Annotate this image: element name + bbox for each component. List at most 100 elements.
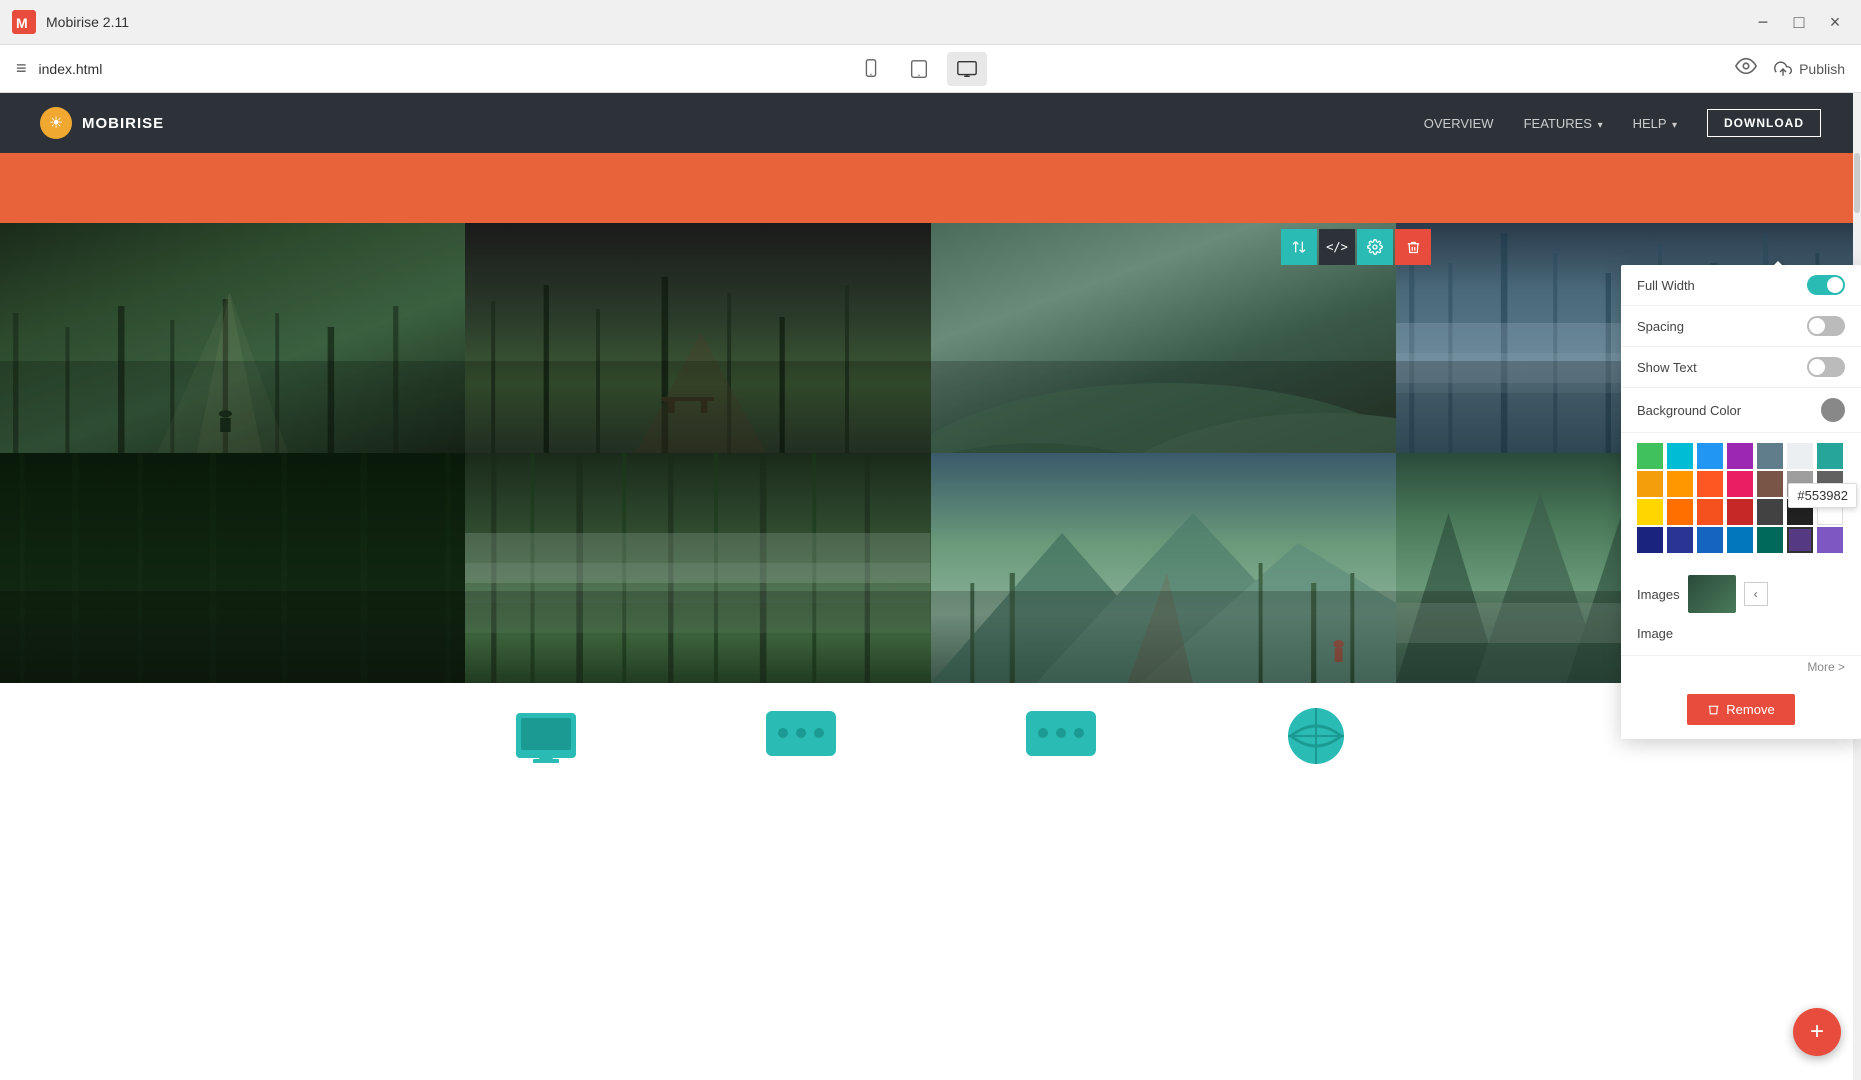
- color-pink[interactable]: [1727, 471, 1753, 497]
- images-label: Images: [1637, 587, 1680, 602]
- settings-caret: [1770, 261, 1786, 269]
- gallery-cell-1: [0, 223, 465, 453]
- color-deepred[interactable]: [1697, 499, 1723, 525]
- color-cyan[interactable]: [1667, 443, 1693, 469]
- publish-button[interactable]: Publish: [1773, 60, 1845, 78]
- color-indigo[interactable]: [1667, 527, 1693, 553]
- image-nav-prev[interactable]: ‹: [1744, 582, 1768, 606]
- reorder-icon: [1291, 239, 1307, 255]
- color-navyblue[interactable]: [1697, 527, 1723, 553]
- full-width-row: Full Width: [1621, 265, 1861, 306]
- trash-icon: [1406, 240, 1421, 255]
- block-controls: </>: [1281, 229, 1431, 265]
- gallery-section: </> Full Widt: [0, 223, 1861, 683]
- color-darkgray[interactable]: [1757, 499, 1783, 525]
- remove-label: Remove: [1726, 702, 1774, 717]
- bg-color-swatch[interactable]: [1821, 398, 1845, 422]
- view-switcher: [851, 52, 987, 86]
- file-name-label: index.html: [39, 61, 103, 77]
- bottom-icon-2: [761, 706, 841, 771]
- settings-block-button[interactable]: [1357, 229, 1393, 265]
- fab-button[interactable]: +: [1793, 1008, 1841, 1056]
- bg-color-label: Background Color: [1637, 403, 1741, 418]
- site-brand: ☀ MOBIRISE: [40, 107, 164, 139]
- image-label-row: Image: [1621, 621, 1861, 651]
- color-crimson[interactable]: [1727, 499, 1753, 525]
- eye-icon: [1735, 55, 1757, 77]
- toolbar-right: Publish: [1735, 55, 1845, 83]
- nav-overview[interactable]: OVERVIEW: [1424, 116, 1494, 131]
- color-selected-purple[interactable]: [1787, 527, 1813, 553]
- color-mauve[interactable]: [1817, 527, 1843, 553]
- more-row: More >: [1621, 655, 1861, 684]
- code-block-button[interactable]: </>: [1319, 229, 1355, 265]
- hex-tooltip: #553982: [1788, 483, 1857, 508]
- toolbar-left: ≡ index.html: [16, 58, 102, 79]
- color-yellow[interactable]: [1637, 499, 1663, 525]
- image-thumbnail[interactable]: [1688, 575, 1736, 613]
- show-text-toggle[interactable]: [1807, 357, 1845, 377]
- color-deeporange[interactable]: [1697, 471, 1723, 497]
- nav-download-button[interactable]: DOWNLOAD: [1707, 109, 1821, 137]
- bottom-icon-3: [1021, 706, 1101, 771]
- tablet-icon: [908, 58, 930, 80]
- color-purple[interactable]: [1727, 443, 1753, 469]
- images-section: Images ‹: [1621, 567, 1861, 621]
- color-deepamber[interactable]: [1667, 499, 1693, 525]
- remove-section: Remove: [1621, 684, 1861, 739]
- color-orange[interactable]: [1667, 471, 1693, 497]
- message-bottom-icon: [761, 706, 841, 766]
- minimize-button[interactable]: −: [1749, 8, 1777, 36]
- site-logo: ☀: [40, 107, 72, 139]
- remove-button[interactable]: Remove: [1687, 694, 1794, 725]
- color-bluegray[interactable]: [1757, 443, 1783, 469]
- mobile-view-button[interactable]: [851, 52, 891, 86]
- color-indigodark[interactable]: [1637, 527, 1663, 553]
- maximize-button[interactable]: □: [1785, 8, 1813, 36]
- forest-svg-1: [0, 292, 465, 453]
- show-text-knob: [1809, 359, 1825, 375]
- color-brown[interactable]: [1757, 471, 1783, 497]
- more-link[interactable]: More >: [1807, 660, 1845, 674]
- full-width-label: Full Width: [1637, 278, 1695, 293]
- spacing-toggle[interactable]: [1807, 316, 1845, 336]
- full-width-knob: [1827, 277, 1843, 293]
- color-blue[interactable]: [1697, 443, 1723, 469]
- full-width-toggle[interactable]: [1807, 275, 1845, 295]
- nav-help[interactable]: HELP ▾: [1633, 116, 1677, 131]
- tablet-view-button[interactable]: [899, 52, 939, 86]
- nav-features[interactable]: FEATURES ▾: [1524, 116, 1603, 131]
- publish-label: Publish: [1799, 61, 1845, 77]
- delete-block-button[interactable]: [1395, 229, 1431, 265]
- site-navbar: ☀ MOBIRISE OVERVIEW FEATURES ▾ HELP ▾ DO…: [0, 93, 1861, 153]
- sun-icon: ☀: [49, 113, 63, 133]
- image-label: Image: [1637, 626, 1673, 641]
- globe-bottom-icon: [1281, 706, 1351, 766]
- color-lightblue[interactable]: [1727, 527, 1753, 553]
- chat-bottom-icon: [1021, 706, 1101, 766]
- fab-plus-icon: +: [1810, 1018, 1824, 1046]
- color-amber[interactable]: [1637, 471, 1663, 497]
- hamburger-icon[interactable]: ≡: [16, 58, 27, 79]
- close-button[interactable]: ×: [1821, 8, 1849, 36]
- mountain-svg: [931, 453, 1396, 683]
- color-gray1[interactable]: [1787, 443, 1813, 469]
- color-picker-section: #553982: [1621, 433, 1861, 567]
- app-logo-icon: M: [12, 10, 36, 34]
- color-teal3[interactable]: [1757, 527, 1783, 553]
- remove-trash-icon: [1707, 703, 1720, 716]
- desktop-view-button[interactable]: [947, 52, 987, 86]
- preview-button[interactable]: [1735, 55, 1757, 83]
- title-bar-left: M Mobirise 2.11: [12, 10, 129, 34]
- preview-area: ☀ MOBIRISE OVERVIEW FEATURES ▾ HELP ▾ DO…: [0, 93, 1861, 1080]
- window-controls: − □ ×: [1749, 8, 1849, 36]
- title-bar: M Mobirise 2.11 − □ ×: [0, 0, 1861, 45]
- reorder-block-button[interactable]: [1281, 229, 1317, 265]
- svg-text:M: M: [16, 15, 28, 31]
- color-teal2[interactable]: [1817, 443, 1843, 469]
- gallery-cell-2: [465, 223, 930, 453]
- mobile-icon: [860, 58, 882, 80]
- show-text-label: Show Text: [1637, 360, 1697, 375]
- gallery-cell-7: [931, 453, 1396, 683]
- color-green[interactable]: [1637, 443, 1663, 469]
